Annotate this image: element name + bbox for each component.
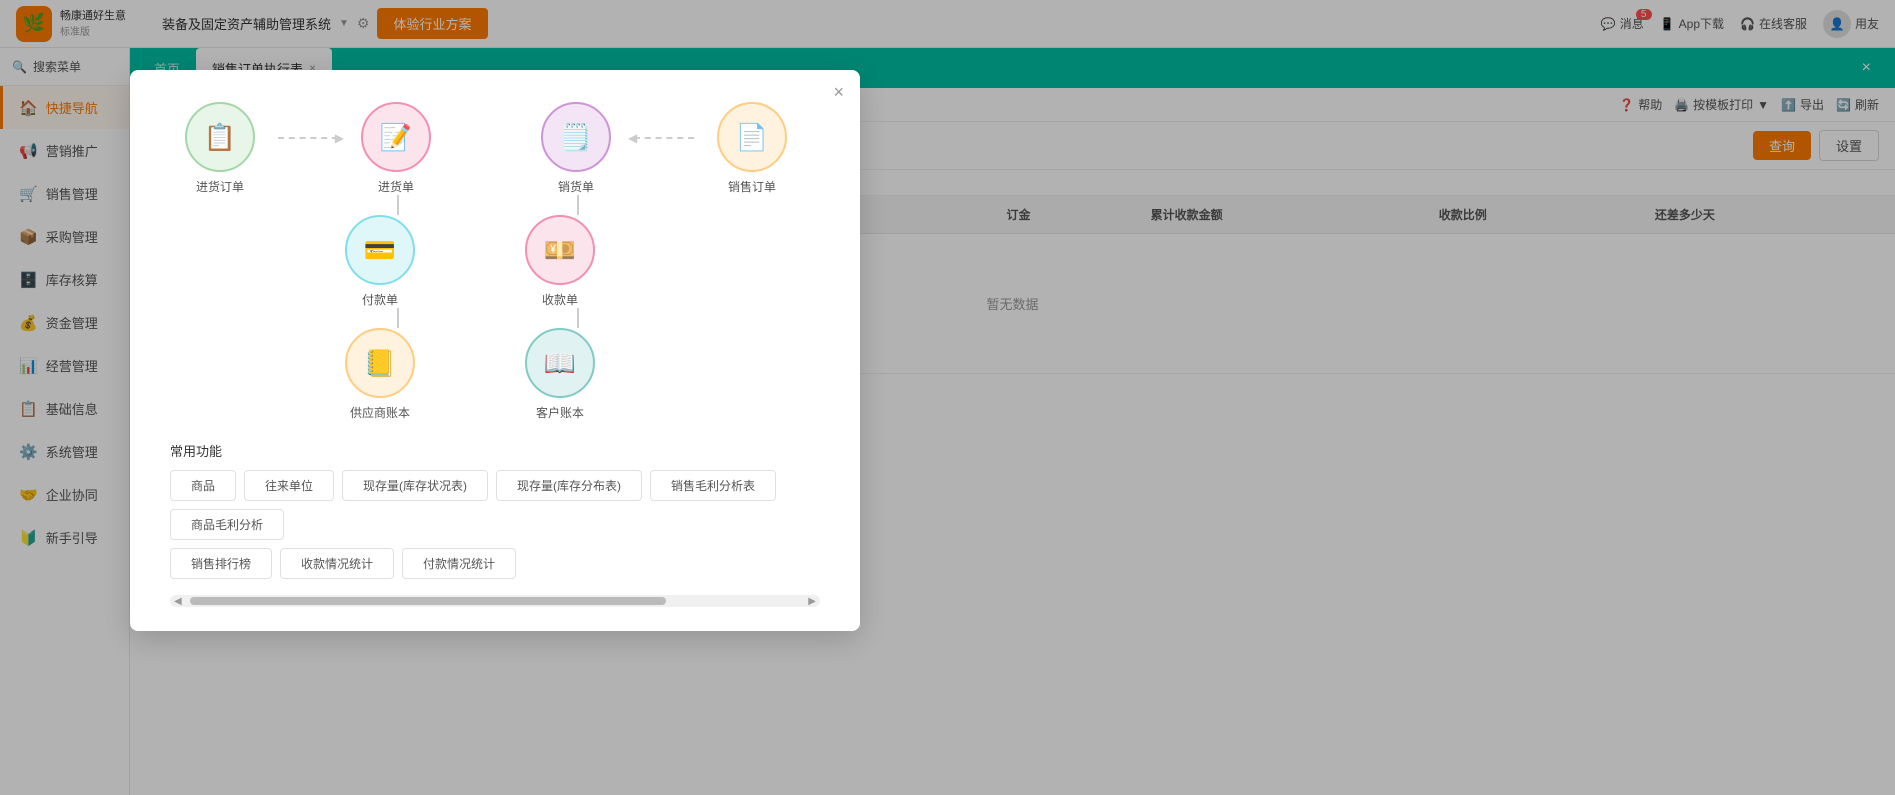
- scroll-left-arrow[interactable]: ◀: [170, 596, 186, 607]
- func-buttons-row2: 销售排行榜 收款情况统计 付款情况统计: [170, 548, 820, 579]
- supplier-ledger-icon: 📒: [345, 328, 415, 398]
- modal-close-button[interactable]: ×: [833, 82, 844, 103]
- common-func-title: 常用功能: [170, 441, 820, 460]
- modal-box: × 📋 进货订单 ▶: [130, 70, 860, 631]
- arrow-purchase-order-to-bill: ▶: [270, 137, 346, 161]
- flow-node-purchase-bill[interactable]: 📝 进货单: [346, 102, 446, 195]
- sales-order-label: 销售订单: [728, 178, 776, 195]
- flow-node-sales-bill[interactable]: 🗒️ 销货单: [526, 102, 626, 195]
- purchase-bill-icon: 📝: [361, 102, 431, 172]
- func-buttons-row1: 商品 往来单位 现存量(库存状况表) 现存量(库存分布表) 销售毛利分析表 商品…: [170, 470, 820, 540]
- modal-scrollbar[interactable]: ◀ ▶: [170, 595, 820, 607]
- func-btn-counterparty[interactable]: 往来单位: [244, 470, 334, 501]
- receipt-bill-icon: 💴: [525, 215, 595, 285]
- func-btn-stock-dist[interactable]: 现存量(库存分布表): [496, 470, 642, 501]
- func-btn-product-profit[interactable]: 商品毛利分析: [170, 509, 284, 540]
- common-functions: 常用功能 商品 往来单位 现存量(库存状况表) 现存量(库存分布表) 销售毛利分…: [170, 441, 820, 579]
- customer-ledger-icon: 📖: [525, 328, 595, 398]
- flow-diagram: 📋 进货订单 ▶ 📝 进货单: [170, 102, 820, 421]
- func-btn-sales-rank[interactable]: 销售排行榜: [170, 548, 272, 579]
- func-btn-stock-status[interactable]: 现存量(库存状况表): [342, 470, 488, 501]
- scroll-right-arrow[interactable]: ▶: [804, 596, 820, 607]
- receipt-bill-label: 收款单: [542, 291, 578, 308]
- purchase-bill-label: 进货单: [378, 178, 414, 195]
- flow-node-payment-bill[interactable]: 💳 付款单: [330, 215, 430, 308]
- func-btn-payment-stat[interactable]: 付款情况统计: [402, 548, 516, 579]
- sales-bill-icon: 🗒️: [541, 102, 611, 172]
- flow-node-supplier-ledger[interactable]: 📒 供应商账本: [330, 328, 430, 421]
- sales-bill-label: 销货单: [558, 178, 594, 195]
- func-btn-receipt-stat[interactable]: 收款情况统计: [280, 548, 394, 579]
- sales-order-icon: 📄: [717, 102, 787, 172]
- arrow-sales-order-to-bill: ◀: [626, 137, 702, 161]
- flow-node-customer-ledger[interactable]: 📖 客户账本: [510, 328, 610, 421]
- payment-bill-icon: 💳: [345, 215, 415, 285]
- scroll-thumb[interactable]: [190, 597, 666, 605]
- purchase-order-label: 进货订单: [196, 178, 244, 195]
- purchase-order-icon: 📋: [185, 102, 255, 172]
- payment-bill-label: 付款单: [362, 291, 398, 308]
- flow-node-purchase-order[interactable]: 📋 进货订单: [170, 102, 270, 195]
- scroll-track: [190, 597, 801, 605]
- supplier-ledger-label: 供应商账本: [350, 404, 410, 421]
- flow-node-receipt-bill[interactable]: 💴 收款单: [510, 215, 610, 308]
- flow-node-sales-order[interactable]: 📄 销售订单: [702, 102, 802, 195]
- modal-overlay[interactable]: × 📋 进货订单 ▶: [0, 0, 1895, 795]
- customer-ledger-label: 客户账本: [536, 404, 584, 421]
- func-btn-sales-profit[interactable]: 销售毛利分析表: [650, 470, 776, 501]
- func-btn-product[interactable]: 商品: [170, 470, 236, 501]
